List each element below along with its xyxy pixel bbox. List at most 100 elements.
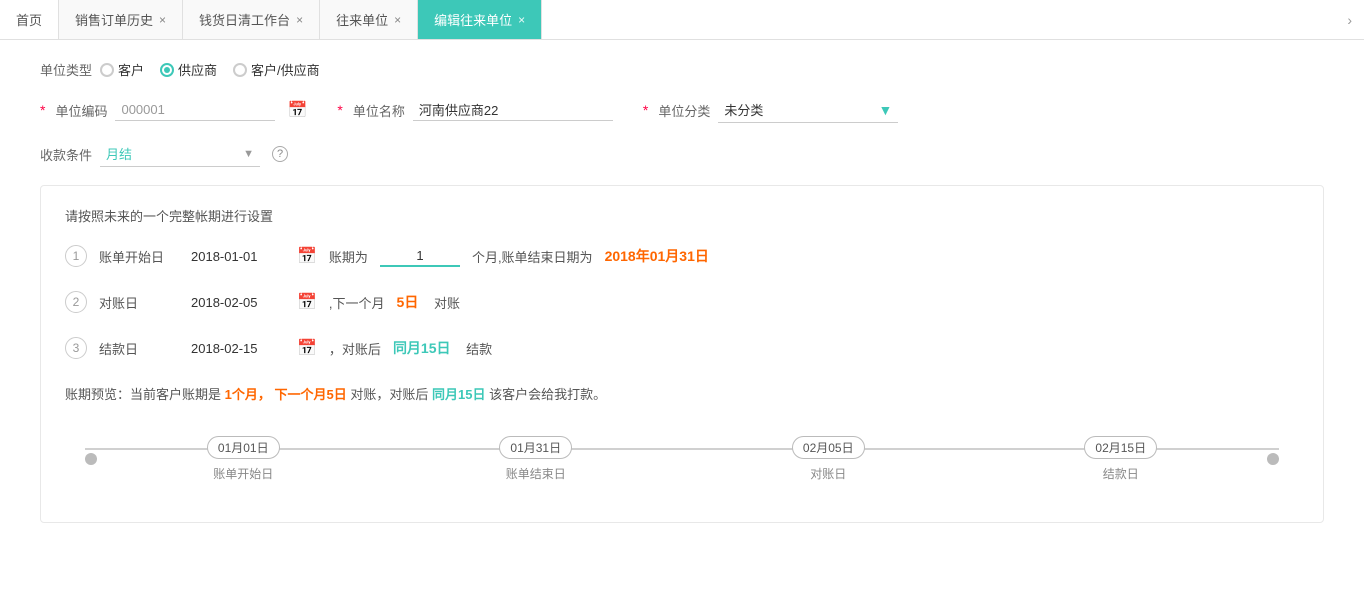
- preview-label: 账期预览：当前客户账期是: [65, 387, 221, 402]
- timeline-label-4: 结款日: [1103, 465, 1139, 482]
- timeline-label-2: 账单结束日: [506, 465, 566, 482]
- radio-both-circle: [233, 63, 247, 77]
- payment-cond-row: 收款条件 月结 ▼ ?: [40, 141, 1324, 167]
- timeline-end-dot: [1267, 453, 1279, 465]
- timeline-badge-2: 01月31日: [499, 436, 572, 459]
- timeline-badge-3: 02月05日: [792, 436, 865, 459]
- step-2-row: 2 对账日 2018-02-05 📅 ,下一个月 5日 对账: [65, 291, 1299, 313]
- timeline-label-1: 账单开始日: [213, 465, 273, 482]
- period-input[interactable]: [380, 246, 460, 267]
- step-1-desc-suffix: 个月,账单结束日期为: [472, 247, 593, 266]
- step-3-num: 3: [65, 337, 87, 359]
- timeline-badge-1: 01月01日: [207, 436, 280, 459]
- unit-type-row: 单位类型 客户 供应商 客户/供应商: [40, 60, 1324, 79]
- unit-name-label: 单位名称: [353, 101, 405, 120]
- tab-home[interactable]: 首页: [0, 0, 59, 39]
- payment-cond-label: 收款条件: [40, 145, 92, 164]
- unit-type-item: 单位类型 客户 供应商 客户/供应商: [40, 60, 320, 79]
- preview-part3: 同月15日: [432, 387, 485, 402]
- help-icon[interactable]: ?: [272, 146, 288, 162]
- timeline-badge-4: 02月15日: [1084, 436, 1157, 459]
- step-3-label: 结款日: [99, 339, 179, 358]
- unit-code-input[interactable]: [115, 99, 275, 121]
- preview-part1: 1个月，: [225, 387, 271, 402]
- step-2-date: 2018-02-05: [191, 295, 281, 310]
- unit-classify-star: *: [643, 102, 648, 118]
- payment-cond-select[interactable]: 月结 ▼: [100, 141, 260, 167]
- tab-cash-work-label: 钱货日清工作台: [199, 10, 290, 29]
- unit-name-input[interactable]: [413, 99, 613, 121]
- tab-partner-label: 往来单位: [336, 10, 388, 29]
- unit-classify-value: 未分类: [724, 100, 872, 119]
- timeline: 01月01日 账单开始日 01月31日 账单结束日 02月05日 对账日: [85, 426, 1279, 502]
- timeline-point-1: 01月01日 账单开始日: [207, 436, 280, 482]
- step-1-desc-prefix: 账期为: [329, 247, 368, 266]
- unit-code-icon[interactable]: 📅: [287, 100, 307, 120]
- radio-group-unit-type: 客户 供应商 客户/供应商: [100, 60, 320, 79]
- panel-title: 请按照未来的一个完整帐期进行设置: [65, 206, 1299, 225]
- timeline-container: 01月01日 账单开始日 01月31日 账单结束日 02月05日 对账日: [65, 426, 1299, 502]
- timeline-point-2: 01月31日 账单结束日: [499, 436, 572, 482]
- step-1-label: 账单开始日: [99, 247, 179, 266]
- step-2-num: 2: [65, 291, 87, 313]
- radio-both-label: 客户/供应商: [251, 60, 320, 79]
- tab-sales-history[interactable]: 销售订单历史 ×: [59, 0, 183, 39]
- tab-edit-partner[interactable]: 编辑往来单位 ×: [418, 0, 542, 39]
- step-2-desc-suffix: 对账: [430, 293, 460, 312]
- unit-code-star: *: [40, 102, 45, 118]
- step-1-highlight-date: 2018年01月31日: [605, 246, 709, 266]
- tabs-bar: 首页 销售订单历史 × 钱货日清工作台 × 往来单位 × 编辑往来单位 × ›: [0, 0, 1364, 40]
- radio-customer-label: 客户: [118, 60, 144, 79]
- unit-info-row: * 单位编码 📅 * 单位名称 * 单位分类 未分类 ▼: [40, 97, 1324, 123]
- timeline-start-dot: [85, 453, 97, 465]
- step-3-desc-prefix: ，对账后: [329, 339, 381, 358]
- settings-panel: 请按照未来的一个完整帐期进行设置 1 账单开始日 2018-01-01 📅 账期…: [40, 185, 1324, 523]
- unit-classify-label: 单位分类: [658, 101, 710, 120]
- step-2-label: 对账日: [99, 293, 179, 312]
- step-1-date: 2018-01-01: [191, 249, 281, 264]
- unit-type-label: 单位类型: [40, 60, 92, 79]
- tab-sales-history-close[interactable]: ×: [159, 13, 166, 27]
- step-2-desc-prefix: ,下一个月: [329, 293, 385, 312]
- step-3-desc-suffix: 结款: [463, 339, 493, 358]
- step-3-date: 2018-02-15: [191, 341, 281, 356]
- preview-text: 账期预览：当前客户账期是 1个月， 下一个月5日 对账，对账后 同月15日 该客…: [65, 383, 1299, 406]
- step-3-row: 3 结款日 2018-02-15 📅 ，对账后 同月15日 结款: [65, 337, 1299, 359]
- main-content: 单位类型 客户 供应商 客户/供应商 * 单位编码: [0, 40, 1364, 608]
- unit-name-item: * 单位名称: [337, 99, 612, 121]
- payment-cond-value: 月结: [106, 144, 243, 163]
- radio-customer[interactable]: 客户: [100, 60, 144, 79]
- unit-code-label: 单位编码: [55, 101, 107, 120]
- payment-cond-chevron-icon: ▼: [243, 148, 254, 160]
- timeline-label-3: 对账日: [810, 465, 846, 482]
- step-2-highlight-part: 5日: [397, 292, 419, 312]
- tab-cash-work[interactable]: 钱货日清工作台 ×: [183, 0, 320, 39]
- step-1-cal-icon[interactable]: 📅: [297, 246, 317, 266]
- step-3-highlight-part: 同月15日: [393, 338, 451, 358]
- tab-edit-partner-close[interactable]: ×: [518, 13, 525, 27]
- step-3-cal-icon[interactable]: 📅: [297, 338, 317, 358]
- timeline-point-4: 02月15日 结款日: [1084, 436, 1157, 482]
- unit-code-item: * 单位编码 📅: [40, 99, 307, 121]
- preview-part2: 下一个月5日: [275, 387, 347, 402]
- tab-partner[interactable]: 往来单位 ×: [320, 0, 418, 39]
- step-2-cal-icon[interactable]: 📅: [297, 292, 317, 312]
- radio-supplier-circle: [160, 63, 174, 77]
- payment-cond-item: 收款条件 月结 ▼ ?: [40, 141, 288, 167]
- preview-end: 该客户会给我打款。: [489, 387, 606, 402]
- radio-customer-circle: [100, 63, 114, 77]
- tabs-arrow[interactable]: ›: [1335, 0, 1364, 39]
- timeline-point-3: 02月05日 对账日: [792, 436, 865, 482]
- unit-name-star: *: [337, 102, 342, 118]
- tab-partner-close[interactable]: ×: [394, 13, 401, 27]
- tab-home-label: 首页: [16, 10, 42, 29]
- radio-supplier[interactable]: 供应商: [160, 60, 217, 79]
- tab-cash-work-close[interactable]: ×: [296, 13, 303, 27]
- tab-sales-history-label: 销售订单历史: [75, 10, 153, 29]
- classify-chevron-icon: ▼: [878, 102, 892, 118]
- radio-both[interactable]: 客户/供应商: [233, 60, 320, 79]
- unit-classify-select[interactable]: 未分类 ▼: [718, 97, 898, 123]
- step-1-num: 1: [65, 245, 87, 267]
- preview-mid: 对账，对账后: [350, 387, 428, 402]
- tab-edit-partner-label: 编辑往来单位: [434, 10, 512, 29]
